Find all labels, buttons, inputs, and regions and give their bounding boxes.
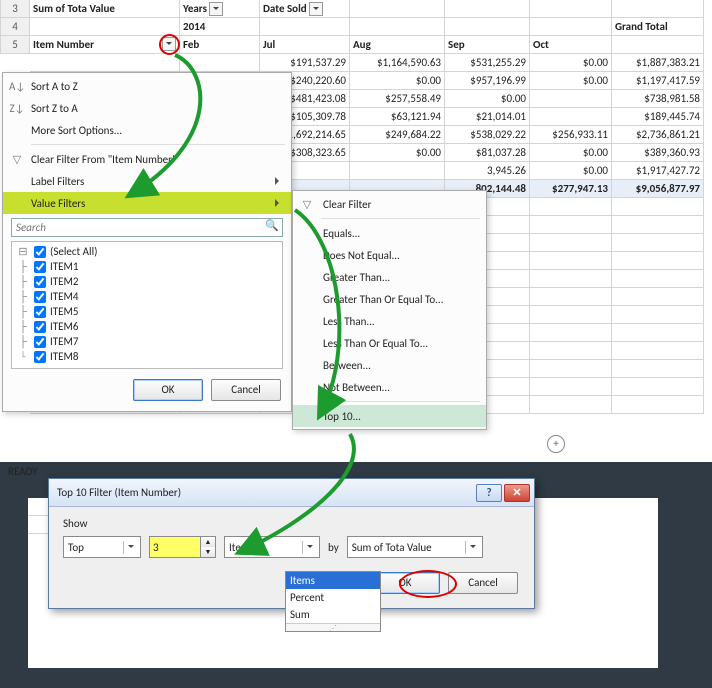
clear-filter-icon: ▽ — [299, 198, 315, 211]
list-item[interactable]: ├ITEM4 — [16, 289, 278, 304]
filter-item-select-all[interactable]: ⊟(Select All) — [16, 244, 278, 259]
col-feb: Feb — [180, 36, 260, 54]
label-filters[interactable]: Label Filters — [3, 170, 291, 192]
more-sort-options[interactable]: More Sort Options... — [3, 119, 291, 141]
resize-handle-icon[interactable]: ⋰ — [286, 623, 380, 631]
item-number-field: Item Number — [30, 36, 180, 54]
add-sheet-button[interactable]: + — [547, 435, 565, 453]
years-filter-dropdown[interactable] — [209, 2, 223, 16]
clear-filter: ▽Clear Filter — [293, 193, 486, 215]
grand-total-header: Grand Total — [612, 18, 704, 36]
row-header-3[interactable]: 3 — [0, 0, 30, 18]
by-label: by — [328, 541, 339, 554]
close-button[interactable]: ✕ — [504, 484, 530, 502]
row-header-4[interactable]: 4 — [0, 18, 30, 36]
sum-of-value-label: Sum of Tota Value — [30, 0, 180, 18]
spin-up[interactable]: ▲ — [201, 537, 215, 547]
spin-down[interactable]: ▼ — [201, 547, 215, 557]
list-item[interactable]: ├ITEM7 — [16, 334, 278, 349]
not-equal-filter[interactable]: Does Not Equal... — [293, 244, 486, 266]
date-sold-filter-dropdown[interactable] — [309, 2, 323, 16]
row-header-5[interactable]: 5 — [0, 36, 30, 54]
top-bottom-select[interactable]: Top — [63, 536, 141, 558]
value-field-select[interactable]: Sum of Tota Value — [347, 536, 483, 558]
count-spinner: ▲▼ — [149, 536, 216, 558]
clear-filter-icon: ▽ — [9, 153, 25, 166]
equals-filter[interactable]: Equals... — [293, 222, 486, 244]
chevron-down-icon — [465, 541, 480, 554]
status-ready: READY — [8, 465, 38, 478]
sort-asc-icon: A↓ — [9, 80, 25, 93]
option-items[interactable]: Items — [286, 572, 380, 589]
between-filter[interactable]: Between... — [293, 354, 486, 376]
less-than-filter[interactable]: Less Than... — [293, 310, 486, 332]
filter-search-input[interactable] — [12, 219, 262, 236]
filter-ok-button[interactable]: OK — [133, 379, 203, 401]
separator — [321, 401, 480, 402]
years-field: Years — [180, 0, 260, 18]
option-percent[interactable]: Percent — [286, 589, 380, 606]
table-row: $191,537.29 $1,164,590.63 $531,255.29 $0… — [30, 54, 712, 72]
sort-a-to-z[interactable]: A↓Sort A to Z — [3, 75, 291, 97]
col-oct: Oct — [530, 36, 612, 54]
list-item[interactable]: ├ITEM2 — [16, 274, 278, 289]
filter-search-box: 🔍 — [11, 218, 283, 237]
items-type-select[interactable]: Items — [224, 536, 320, 558]
separator — [31, 144, 285, 145]
sort-desc-icon: Z↓ — [9, 102, 25, 115]
sort-z-to-a[interactable]: Z↓Sort Z to A — [3, 97, 291, 119]
value-filters-submenu: ▽Clear Filter Equals... Does Not Equal..… — [292, 190, 487, 430]
less-equal-filter[interactable]: Less Than Or Equal To... — [293, 332, 486, 354]
value-filters[interactable]: Value Filters — [3, 192, 291, 214]
year-2014-header: 2014 — [180, 18, 260, 36]
filter-item-tree[interactable]: ⊟(Select All) ├ITEM1 ├ITEM2 ├ITEM4 ├ITEM… — [11, 241, 283, 369]
chevron-down-icon — [302, 541, 317, 554]
row-headers: 3 4 5 — [0, 0, 30, 54]
not-between-filter[interactable]: Not Between... — [293, 376, 486, 398]
col-sep: Sep — [445, 36, 530, 54]
list-item[interactable]: ├ITEM1 — [16, 259, 278, 274]
list-item[interactable]: ├ITEM6 — [16, 319, 278, 334]
list-item[interactable]: ├ITEM5 — [16, 304, 278, 319]
separator — [321, 218, 480, 219]
clear-filter-item-number: ▽Clear Filter From "Item Number" — [3, 148, 291, 170]
item-number-filter-menu: A↓Sort A to Z Z↓Sort Z to A More Sort Op… — [2, 72, 292, 412]
col-jul: Jul — [260, 36, 350, 54]
filter-cancel-button[interactable]: Cancel — [211, 379, 281, 401]
list-item[interactable]: └ITEM8 — [16, 349, 278, 364]
show-label: Show — [63, 517, 520, 530]
search-icon: 🔍 — [262, 219, 282, 236]
item-number-filter-dropdown[interactable] — [162, 37, 176, 51]
dialog-cancel-button[interactable]: Cancel — [448, 572, 518, 594]
greater-than-filter[interactable]: Greater Than... — [293, 266, 486, 288]
date-sold-field: Date Sold — [260, 0, 350, 18]
dialog-titlebar[interactable]: Top 10 Filter (Item Number) ? ✕ — [49, 479, 534, 507]
col-aug: Aug — [350, 36, 445, 54]
option-sum[interactable]: Sum — [286, 606, 380, 623]
dialog-title-text: Top 10 Filter (Item Number) — [53, 486, 474, 499]
items-type-dropdown-list: Items Percent Sum ⋰ — [285, 571, 381, 632]
chevron-down-icon — [123, 541, 138, 554]
top-10-filter-menu-item[interactable]: Top 10... — [293, 405, 486, 427]
count-input[interactable] — [149, 536, 201, 558]
help-button[interactable]: ? — [476, 484, 502, 502]
greater-equal-filter[interactable]: Greater Than Or Equal To... — [293, 288, 486, 310]
